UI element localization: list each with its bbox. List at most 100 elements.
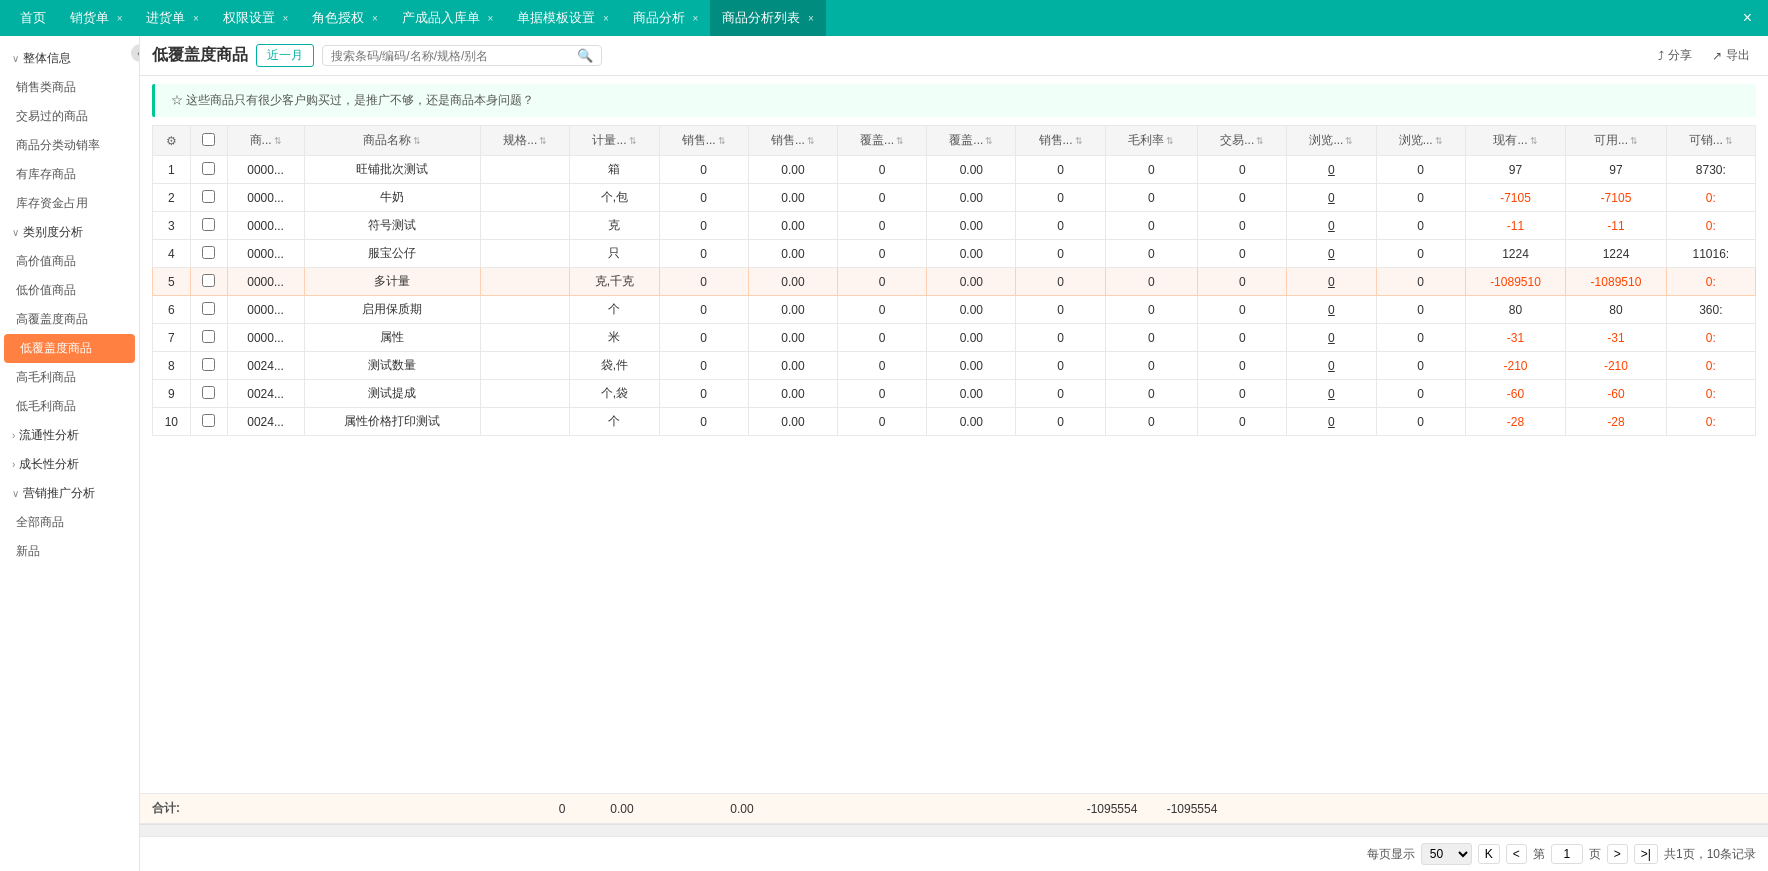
page-size-select[interactable]: 50 100 200 <box>1421 843 1472 865</box>
sidebar-section-category[interactable]: ∨ 类别度分析 <box>0 218 139 247</box>
export-button[interactable]: ↗ 导出 <box>1706 45 1756 66</box>
row-select-checkbox[interactable] <box>202 358 215 371</box>
total-info: 共1页，10条记录 <box>1664 846 1756 863</box>
nav-close-permissions[interactable]: × <box>283 13 289 24</box>
row-browse2: 0 <box>1376 240 1465 268</box>
row-coverage1: 0 <box>838 352 927 380</box>
nav-close-all-button[interactable]: × <box>1735 9 1760 27</box>
sidebar-item-all-products[interactable]: 全部商品 <box>0 508 139 537</box>
sidebar-section-circulation[interactable]: › 流通性分析 <box>0 421 139 450</box>
sidebar-item-high-coverage[interactable]: 高覆盖度商品 <box>0 305 139 334</box>
nav-close-analysis[interactable]: × <box>692 13 698 24</box>
sidebar-section-growth[interactable]: › 成长性分析 <box>0 450 139 479</box>
nav-close-role[interactable]: × <box>372 13 378 24</box>
row-checkbox[interactable] <box>190 268 227 296</box>
sidebar-section-overall[interactable]: ∨ 整体信息 <box>0 44 139 73</box>
row-browse1[interactable]: 0 <box>1287 296 1376 324</box>
col-checkbox[interactable] <box>190 126 227 156</box>
sidebar-item-high-value[interactable]: 高价值商品 <box>0 247 139 276</box>
row-sales-amount: 0.00 <box>748 408 837 436</box>
nav-template-settings[interactable]: 单据模板设置 × <box>505 0 620 36</box>
row-browse1[interactable]: 0 <box>1287 324 1376 352</box>
row-coverage2: 0.00 <box>927 240 1016 268</box>
sidebar-item-sales-products[interactable]: 销售类商品 <box>0 73 139 102</box>
col-available-stock: 可用...⇅ <box>1566 126 1666 156</box>
sidebar-item-low-value[interactable]: 低价值商品 <box>0 276 139 305</box>
row-select-checkbox[interactable] <box>202 274 215 287</box>
row-checkbox[interactable] <box>190 380 227 408</box>
row-select-checkbox[interactable] <box>202 162 215 175</box>
time-filter-button[interactable]: 近一月 <box>256 44 314 67</box>
row-checkbox[interactable] <box>190 408 227 436</box>
horizontal-scrollbar[interactable] <box>140 824 1768 836</box>
col-gross-margin: 毛利率⇅ <box>1105 126 1198 156</box>
row-sales-amount: 0.00 <box>748 184 837 212</box>
row-checkbox[interactable] <box>190 212 227 240</box>
last-page-button[interactable]: >| <box>1634 844 1658 864</box>
search-input[interactable] <box>331 49 577 63</box>
row-select-checkbox[interactable] <box>202 190 215 203</box>
row-name: 多计量 <box>304 268 481 296</box>
sidebar-item-low-coverage[interactable]: 低覆盖度商品 <box>4 334 135 363</box>
nav-purchase-order[interactable]: 进货单 × <box>134 0 210 36</box>
row-browse1[interactable]: 0 <box>1287 380 1376 408</box>
nav-home[interactable]: 首页 <box>8 0 58 36</box>
share-button[interactable]: ⤴ 分享 <box>1652 45 1698 66</box>
nav-close-analysis-list[interactable]: × <box>808 13 814 24</box>
row-browse1[interactable]: 0 <box>1287 184 1376 212</box>
sidebar-item-traded-products[interactable]: 交易过的商品 <box>0 102 139 131</box>
row-coverage2: 0.00 <box>927 184 1016 212</box>
nav-close-sales[interactable]: × <box>117 13 123 24</box>
row-coverage1: 0 <box>838 240 927 268</box>
nav-role-auth[interactable]: 角色授权 × <box>300 0 389 36</box>
nav-sales-order[interactable]: 销货单 × <box>58 0 134 36</box>
prev-page-button[interactable]: < <box>1506 844 1527 864</box>
row-select-checkbox[interactable] <box>202 386 215 399</box>
row-checkbox[interactable] <box>190 184 227 212</box>
row-browse1[interactable]: 0 <box>1287 352 1376 380</box>
row-checkbox[interactable] <box>190 296 227 324</box>
row-browse1[interactable]: 0 <box>1287 408 1376 436</box>
sidebar-section-marketing[interactable]: ∨ 营销推广分析 <box>0 479 139 508</box>
row-browse1[interactable]: 0 <box>1287 268 1376 296</box>
col-settings[interactable]: ⚙ <box>153 126 191 156</box>
row-saleable: 11016: <box>1666 240 1755 268</box>
sidebar-item-high-margin[interactable]: 高毛利商品 <box>0 363 139 392</box>
sidebar-item-low-margin[interactable]: 低毛利商品 <box>0 392 139 421</box>
nav-close-template[interactable]: × <box>603 13 609 24</box>
nav-permissions[interactable]: 权限设置 × <box>211 0 300 36</box>
row-select-checkbox[interactable] <box>202 330 215 343</box>
nav-close-purchase[interactable]: × <box>193 13 199 24</box>
nav-close-inbound[interactable]: × <box>488 13 494 24</box>
sidebar-item-in-stock[interactable]: 有库存商品 <box>0 160 139 189</box>
section-arrow-circulation: › <box>12 430 15 441</box>
row-browse1[interactable]: 0 <box>1287 212 1376 240</box>
row-browse1[interactable]: 0 <box>1287 156 1376 184</box>
row-checkbox[interactable] <box>190 240 227 268</box>
row-select-checkbox[interactable] <box>202 414 215 427</box>
row-checkbox[interactable] <box>190 324 227 352</box>
nav-product-inbound[interactable]: 产成品入库单 × <box>390 0 505 36</box>
row-select-checkbox[interactable] <box>202 246 215 259</box>
page-number-input[interactable] <box>1551 844 1583 864</box>
row-checkbox[interactable] <box>190 352 227 380</box>
row-checkbox[interactable] <box>190 156 227 184</box>
sidebar-item-capital-occupation[interactable]: 库存资金占用 <box>0 189 139 218</box>
row-sales-qty: 0 <box>659 408 748 436</box>
sidebar-item-new-products[interactable]: 新品 <box>0 537 139 566</box>
sidebar-item-category-rate[interactable]: 商品分类动销率 <box>0 131 139 160</box>
next-page-button[interactable]: > <box>1607 844 1628 864</box>
select-all-checkbox[interactable] <box>202 133 215 146</box>
row-browse1[interactable]: 0 <box>1287 240 1376 268</box>
row-available-stock: -28 <box>1566 408 1666 436</box>
row-sales-amount: 0.00 <box>748 240 837 268</box>
table-wrapper[interactable]: ⚙ 商...⇅ 商品名称⇅ 规格...⇅ 计量...⇅ 销售...⇅ 销售...… <box>140 125 1768 793</box>
nav-product-analysis[interactable]: 商品分析 × <box>621 0 710 36</box>
row-select-checkbox[interactable] <box>202 218 215 231</box>
row-coverage2: 0.00 <box>927 268 1016 296</box>
row-index: 4 <box>153 240 191 268</box>
row-gross-margin: 0 <box>1105 156 1198 184</box>
first-page-button[interactable]: K <box>1478 844 1500 864</box>
nav-analysis-list[interactable]: 商品分析列表 × <box>710 0 825 36</box>
row-select-checkbox[interactable] <box>202 302 215 315</box>
